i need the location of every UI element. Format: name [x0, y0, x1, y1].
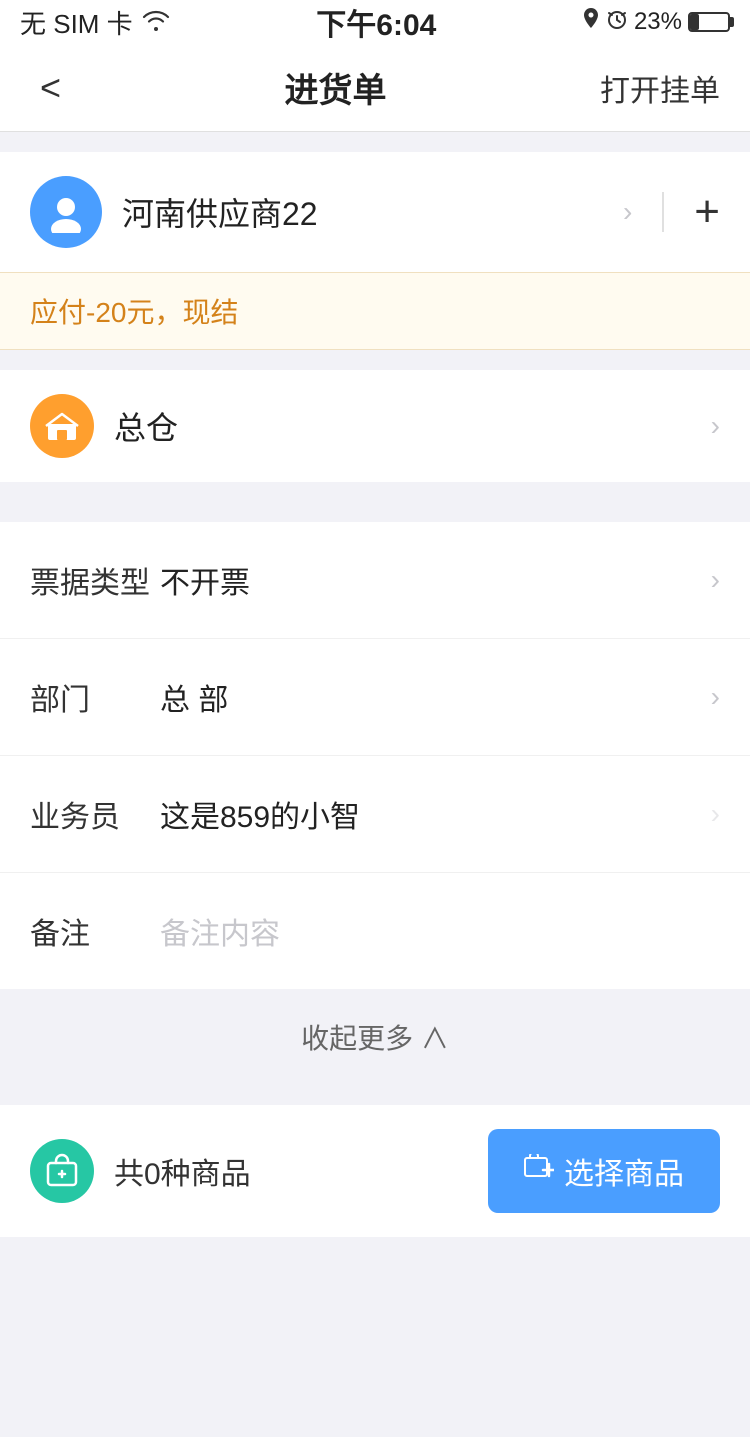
supplier-card: 河南供应商22 › + 应付-20元，现结: [0, 152, 750, 350]
location-icon: [582, 8, 600, 37]
supplier-divider: [662, 192, 664, 232]
nav-bar: < 进货单 打开挂单: [0, 44, 750, 132]
note-placeholder: 备注内容: [160, 909, 720, 953]
supplier-chevron-icon: ›: [623, 196, 632, 228]
product-icon: [30, 1139, 94, 1203]
open-pending-button[interactable]: 打开挂单: [600, 66, 720, 110]
notice-text: 应付-20元，现结: [30, 297, 238, 328]
select-product-button[interactable]: 选择商品: [488, 1129, 720, 1213]
salesman-label: 业务员: [30, 792, 160, 836]
form-section: 票据类型 不开票 › 部门 总 部 › 业务员 这是859的小智 › 备注 备注…: [0, 522, 750, 989]
select-product-label: 选择商品: [564, 1149, 684, 1193]
add-supplier-button[interactable]: +: [694, 190, 720, 234]
warehouse-card: 总仓 ›: [0, 370, 750, 482]
section-gap-3: [0, 482, 750, 502]
status-right: 23%: [582, 8, 730, 37]
supplier-name: 河南供应商22: [122, 189, 623, 235]
select-product-icon: [524, 1154, 554, 1188]
collapse-label: 收起更多 ∧: [301, 1017, 449, 1057]
note-row[interactable]: 备注 备注内容: [0, 873, 750, 989]
notice-banner: 应付-20元，现结: [0, 272, 750, 350]
page-filler: [0, 1237, 750, 1437]
supplier-avatar: [30, 176, 102, 248]
invoice-label: 票据类型: [30, 558, 160, 602]
section-gap-4: [0, 1085, 750, 1105]
carrier-label: 无 SIM 卡: [20, 4, 133, 41]
status-left: 无 SIM 卡: [20, 4, 171, 41]
product-count: 共0种商品: [114, 1149, 488, 1193]
section-gap-2: [0, 350, 750, 370]
invoice-chevron-icon: ›: [711, 564, 720, 596]
invoice-value: 不开票: [160, 558, 711, 602]
wifi-icon: [141, 7, 171, 38]
note-label: 备注: [30, 909, 160, 953]
back-button[interactable]: <: [30, 57, 71, 119]
dept-row[interactable]: 部门 总 部 ›: [0, 639, 750, 756]
salesman-chevron-icon: ›: [711, 798, 720, 830]
warehouse-icon: [30, 394, 94, 458]
battery-percent: 23%: [634, 8, 682, 36]
time-label: 下午6:04: [316, 0, 436, 44]
invoice-row[interactable]: 票据类型 不开票 ›: [0, 522, 750, 639]
salesman-row[interactable]: 业务员 这是859的小智 ›: [0, 756, 750, 873]
alarm-icon: [606, 8, 628, 37]
section-gap-1: [0, 132, 750, 152]
product-bar: 共0种商品 选择商品: [0, 1105, 750, 1237]
warehouse-name: 总仓: [114, 403, 711, 449]
warehouse-chevron-icon: ›: [711, 410, 720, 442]
page-title: 进货单: [285, 63, 387, 112]
status-bar: 无 SIM 卡 下午6:04 23%: [0, 0, 750, 44]
dept-value: 总 部: [160, 675, 711, 719]
collapse-row[interactable]: 收起更多 ∧: [0, 989, 750, 1085]
dept-chevron-icon: ›: [711, 681, 720, 713]
salesman-value: 这是859的小智: [160, 792, 711, 836]
battery-icon: [688, 12, 730, 32]
supplier-row[interactable]: 河南供应商22 › +: [0, 152, 750, 272]
warehouse-row[interactable]: 总仓 ›: [0, 370, 750, 482]
dept-label: 部门: [30, 675, 160, 719]
